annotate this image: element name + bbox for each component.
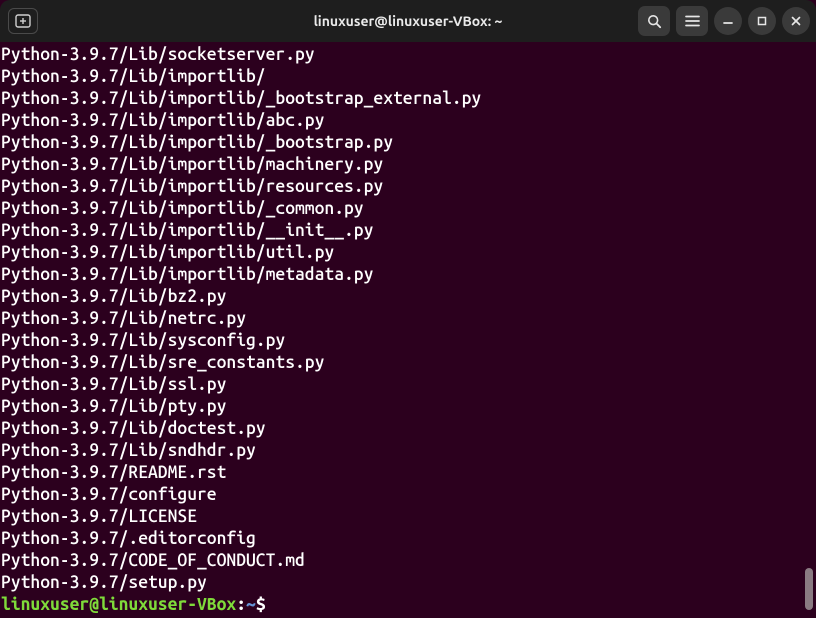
maximize-icon bbox=[757, 16, 767, 26]
terminal-output: Python-3.9.7/Lib/socketserver.pyPython-3… bbox=[0, 44, 816, 594]
terminal-line: Python-3.9.7/Lib/importlib/resources.py bbox=[0, 176, 816, 198]
terminal-line: Python-3.9.7/Lib/doctest.py bbox=[0, 418, 816, 440]
prompt-line: linuxuser@linuxuser-VBox:~$ bbox=[0, 594, 816, 616]
terminal-line: Python-3.9.7/Lib/netrc.py bbox=[0, 308, 816, 330]
terminal-line: Python-3.9.7/Lib/sysconfig.py bbox=[0, 330, 816, 352]
window-title: linuxuser@linuxuser-VBox: ~ bbox=[314, 13, 503, 29]
new-tab-button[interactable] bbox=[8, 8, 38, 34]
terminal-line: Python-3.9.7/Lib/importlib/ bbox=[0, 66, 816, 88]
menu-button[interactable] bbox=[676, 6, 708, 36]
hamburger-icon bbox=[685, 15, 700, 27]
terminal-area[interactable]: Python-3.9.7/Lib/socketserver.pyPython-3… bbox=[0, 42, 816, 618]
terminal-line: Python-3.9.7/Lib/ssl.py bbox=[0, 374, 816, 396]
terminal-line: Python-3.9.7/Lib/pty.py bbox=[0, 396, 816, 418]
scrollbar-thumb[interactable] bbox=[805, 568, 813, 610]
prompt-symbol: $ bbox=[256, 595, 266, 614]
terminal-line: Python-3.9.7/Lib/importlib/machinery.py bbox=[0, 154, 816, 176]
terminal-line: Python-3.9.7/Lib/importlib/__init__.py bbox=[0, 220, 816, 242]
terminal-line: Python-3.9.7/CODE_OF_CONDUCT.md bbox=[0, 550, 816, 572]
terminal-line: Python-3.9.7/Lib/importlib/util.py bbox=[0, 242, 816, 264]
prompt-sep: : bbox=[236, 595, 246, 614]
terminal-line: Python-3.9.7/configure bbox=[0, 484, 816, 506]
terminal-line: Python-3.9.7/LICENSE bbox=[0, 506, 816, 528]
search-button[interactable] bbox=[638, 6, 670, 36]
terminal-line: Python-3.9.7/Lib/bz2.py bbox=[0, 286, 816, 308]
titlebar-right bbox=[638, 6, 810, 36]
terminal-line: Python-3.9.7/Lib/sre_constants.py bbox=[0, 352, 816, 374]
maximize-button[interactable] bbox=[748, 7, 776, 35]
terminal-line: Python-3.9.7/README.rst bbox=[0, 462, 816, 484]
close-button[interactable] bbox=[782, 7, 810, 35]
search-icon bbox=[647, 14, 662, 29]
close-icon bbox=[791, 16, 801, 26]
new-tab-icon bbox=[15, 14, 31, 28]
terminal-line: Python-3.9.7/Lib/importlib/_common.py bbox=[0, 198, 816, 220]
prompt-path: ~ bbox=[246, 595, 256, 614]
minimize-icon bbox=[723, 16, 733, 26]
minimize-button[interactable] bbox=[714, 7, 742, 35]
terminal-line: Python-3.9.7/.editorconfig bbox=[0, 528, 816, 550]
terminal-line: Python-3.9.7/Lib/importlib/metadata.py bbox=[0, 264, 816, 286]
terminal-line: Python-3.9.7/Lib/importlib/_bootstrap.py bbox=[0, 132, 816, 154]
terminal-line: Python-3.9.7/Lib/socketserver.py bbox=[0, 44, 816, 66]
titlebar: linuxuser@linuxuser-VBox: ~ bbox=[0, 0, 816, 42]
terminal-line: Python-3.9.7/Lib/importlib/_bootstrap_ex… bbox=[0, 88, 816, 110]
prompt-user-host: linuxuser@linuxuser-VBox bbox=[1, 595, 236, 614]
terminal-line: Python-3.9.7/Lib/sndhdr.py bbox=[0, 440, 816, 462]
titlebar-left bbox=[6, 8, 40, 34]
terminal-line: Python-3.9.7/Lib/importlib/abc.py bbox=[0, 110, 816, 132]
terminal-line: Python-3.9.7/setup.py bbox=[0, 572, 816, 594]
